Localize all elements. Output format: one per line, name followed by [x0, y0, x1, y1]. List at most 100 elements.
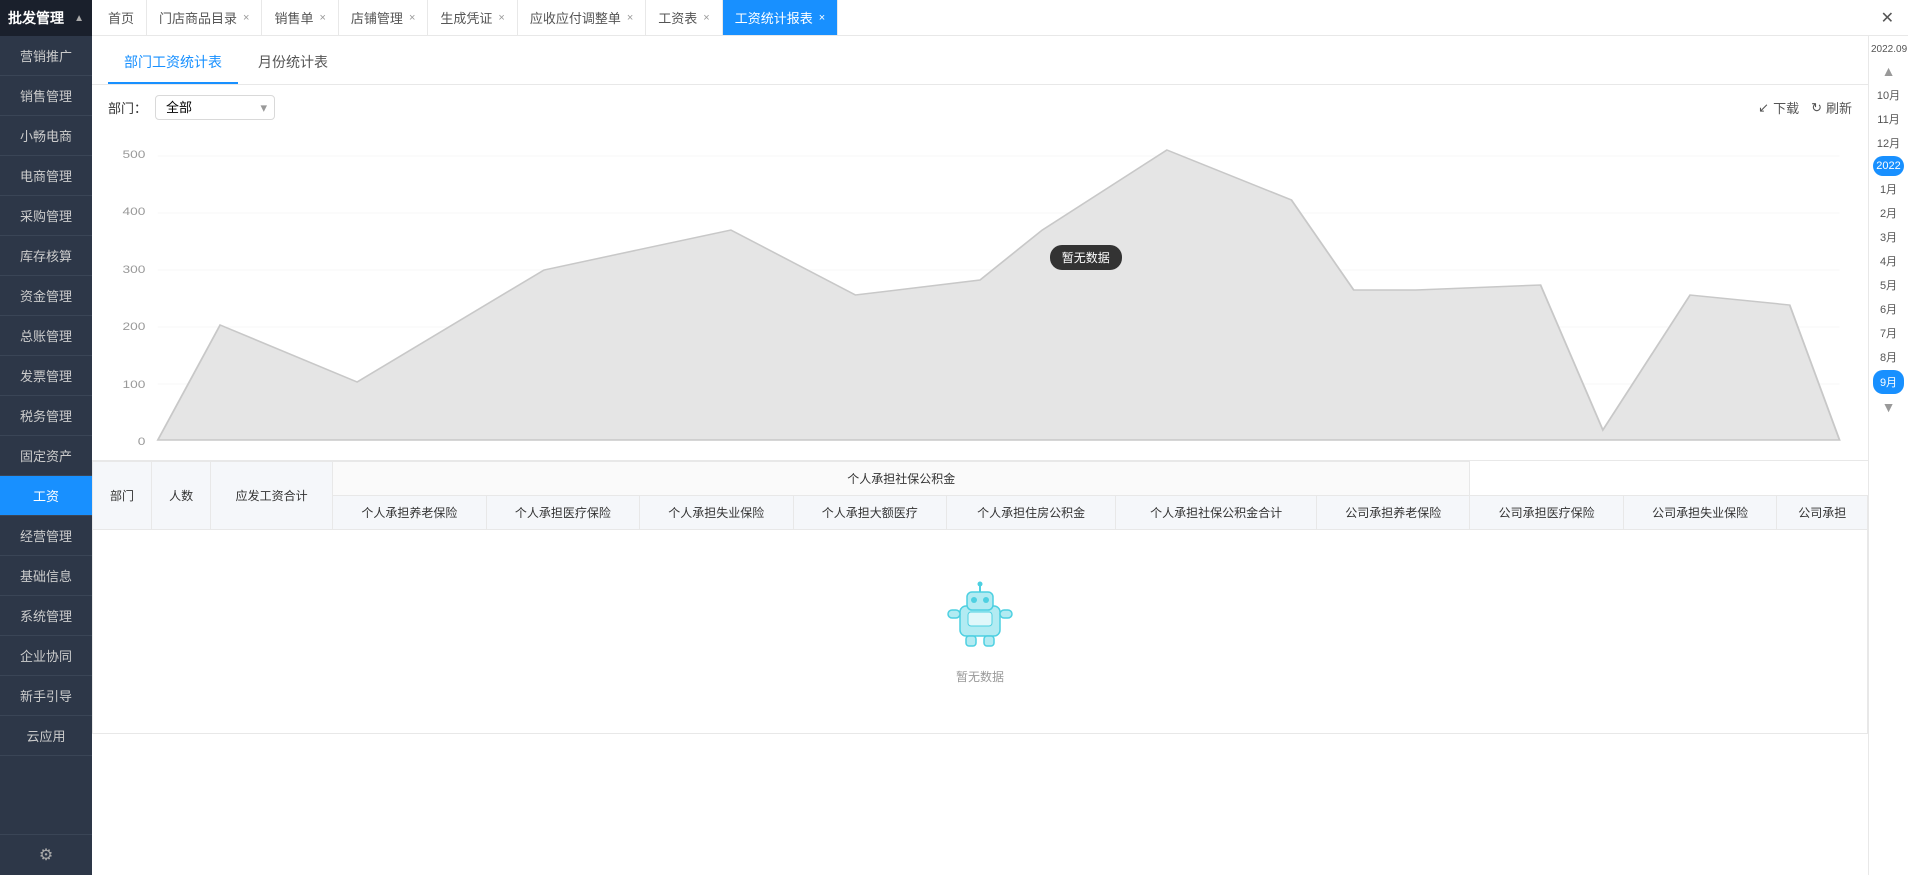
tab-close-payroll[interactable]: ×	[703, 12, 709, 24]
main-area: 首页门店商品目录×销售单×店铺管理×生成凭证×应收应付调整单×工资表×工资统计报…	[92, 0, 1908, 875]
svg-text:200: 200	[123, 320, 146, 332]
table-header-row1: 部门 人数 应发工资合计 个人承担社保公积金	[93, 462, 1868, 496]
th-total-wage: 应发工资合计	[211, 462, 333, 530]
tab-label-stat: 工资统计报表	[735, 8, 813, 27]
timeline-mar[interactable]: 3月	[1869, 225, 1908, 249]
tabs-container: 首页门店商品目录×销售单×店铺管理×生成凭证×应收应付调整单×工资表×工资统计报…	[96, 0, 1871, 36]
sidebar-item-xsyd[interactable]: 新手引导	[0, 676, 92, 716]
sidebar-item-gz[interactable]: 工资	[0, 476, 92, 516]
table-body: 暂无数据	[93, 530, 1868, 734]
sub-tab-month[interactable]: 月份统计表	[242, 46, 344, 84]
th-c-unemploy: 公司承担失业保险	[1623, 496, 1776, 530]
tab-close-ap[interactable]: ×	[627, 12, 633, 24]
chart-svg: 0 100 200 300 400 500	[108, 140, 1852, 450]
tab-close-sale[interactable]: ×	[319, 12, 325, 24]
timeline-arrow-up[interactable]: ▲	[1878, 59, 1900, 83]
sidebar-item-gdzc[interactable]: 固定资产	[0, 436, 92, 476]
th-c-more: 公司承担	[1777, 496, 1868, 530]
timeline-jun[interactable]: 6月	[1869, 297, 1908, 321]
sidebar-item-xsgl[interactable]: 销售管理	[0, 76, 92, 116]
sidebar-item-cggl[interactable]: 采购管理	[0, 196, 92, 236]
settings-icon[interactable]: ⚙	[39, 847, 53, 864]
sidebar-item-zjgl[interactable]: 资金管理	[0, 276, 92, 316]
timeline-aug[interactable]: 8月	[1869, 345, 1908, 369]
tab-close-shop[interactable]: ×	[243, 12, 249, 24]
sidebar-items: 营销推广销售管理小畅电商电商管理采购管理库存核算资金管理总账管理发票管理税务管理…	[0, 36, 92, 756]
th-p-medical: 个人承担医疗保险	[486, 496, 639, 530]
tab-close-store[interactable]: ×	[409, 12, 415, 24]
download-label: 下载	[1773, 98, 1799, 117]
sidebar-item-yyy[interactable]: 云应用	[0, 716, 92, 756]
tab-sale[interactable]: 销售单×	[262, 0, 338, 36]
timeline-jul[interactable]: 7月	[1869, 321, 1908, 345]
tab-label-payroll: 工资表	[658, 8, 697, 27]
refresh-button[interactable]: ↻ 刷新	[1811, 98, 1852, 117]
th-personal-group: 个人承担社保公积金	[333, 462, 1470, 496]
content-area: 部门工资统计表 月份统计表 部门： 全部 ↙ 下载	[92, 36, 1908, 875]
tab-close-stat[interactable]: ×	[819, 12, 825, 24]
svg-text:500: 500	[123, 148, 146, 160]
download-button[interactable]: ↙ 下载	[1758, 98, 1799, 117]
tooltip-text: 暂无数据	[1062, 251, 1110, 265]
tab-payroll[interactable]: 工资表 ×	[646, 0, 722, 36]
sidebar-item-yxtt[interactable]: 营销推广	[0, 36, 92, 76]
tab-label-home: 首页	[108, 8, 134, 27]
timeline-apr[interactable]: 4月	[1869, 249, 1908, 273]
chart-area	[158, 150, 1840, 440]
sidebar-item-xpds[interactable]: 小畅电商	[0, 116, 92, 156]
tab-shop[interactable]: 门店商品目录 ×	[147, 0, 262, 36]
empty-text: 暂无数据	[956, 668, 1004, 685]
tab-cert[interactable]: 生成凭证 ×	[428, 0, 517, 36]
timeline-sep[interactable]: 9月	[1873, 370, 1904, 394]
page-content: 部门工资统计表 月份统计表 部门： 全部 ↙ 下载	[92, 36, 1868, 875]
empty-state: 暂无数据	[103, 538, 1857, 725]
svg-text:400: 400	[123, 205, 146, 217]
empty-robot-icon	[940, 578, 1020, 658]
timeline-oct[interactable]: 10月	[1869, 83, 1908, 107]
sidebar-item-fpgl[interactable]: 发票管理	[0, 356, 92, 396]
timeline-feb[interactable]: 2月	[1869, 201, 1908, 225]
sidebar-item-xtgl[interactable]: 系统管理	[0, 596, 92, 636]
tab-label-cert: 生成凭证	[440, 8, 492, 27]
sidebar-item-qyxt[interactable]: 企业协同	[0, 636, 92, 676]
svg-text:300: 300	[123, 263, 146, 275]
sidebar-arrow-icon: ▲	[74, 13, 84, 24]
tab-home[interactable]: 首页	[96, 0, 147, 36]
tab-close-cert[interactable]: ×	[498, 12, 504, 24]
sidebar-item-jygl[interactable]: 经营管理	[0, 516, 92, 556]
tab-label-shop: 门店商品目录	[159, 8, 237, 27]
th-p-major-medical: 个人承担大额医疗	[793, 496, 946, 530]
table-section[interactable]: 部门 人数 应发工资合计 个人承担社保公积金 个人承担养老保险 个人承担医疗保险…	[92, 460, 1868, 875]
tab-store[interactable]: 店铺管理×	[339, 0, 428, 36]
empty-cell: 暂无数据	[93, 530, 1868, 734]
toolbar-left: 部门： 全部	[108, 95, 275, 120]
sidebar-item-kche[interactable]: 库存核算	[0, 236, 92, 276]
timeline-dec[interactable]: 12月	[1869, 131, 1908, 155]
tab-stat[interactable]: 工资统计报表 ×	[723, 0, 838, 36]
sidebar-item-dsgl[interactable]: 电商管理	[0, 156, 92, 196]
timeline-2022[interactable]: 2022	[1873, 156, 1904, 176]
dept-select[interactable]: 全部	[155, 95, 275, 120]
sub-tab-dept[interactable]: 部门工资统计表	[108, 46, 238, 84]
th-dept: 部门	[93, 462, 152, 530]
timeline-arrow-down[interactable]: ▼	[1878, 395, 1900, 419]
sidebar-header[interactable]: 批发管理 ▲	[0, 0, 92, 36]
timeline-jan[interactable]: 1月	[1869, 177, 1908, 201]
sidebar-item-zzgl[interactable]: 总账管理	[0, 316, 92, 356]
refresh-icon: ↻	[1811, 100, 1822, 116]
timeline-nov[interactable]: 11月	[1869, 107, 1908, 131]
th-p-total: 个人承担社保公积金合计	[1116, 496, 1317, 530]
data-table: 部门 人数 应发工资合计 个人承担社保公积金 个人承担养老保险 个人承担医疗保险…	[92, 461, 1868, 734]
svg-text:100: 100	[123, 378, 146, 390]
sidebar-item-swgl[interactable]: 税务管理	[0, 396, 92, 436]
tab-bar: 首页门店商品目录×销售单×店铺管理×生成凭证×应收应付调整单×工资表×工资统计报…	[92, 0, 1908, 36]
timeline-may[interactable]: 5月	[1869, 273, 1908, 297]
th-count: 人数	[152, 462, 211, 530]
tab-ap[interactable]: 应收应付调整单×	[518, 0, 646, 36]
chart-container: 0 100 200 300 400 500	[108, 140, 1852, 450]
tab-bar-close-button[interactable]: ✕	[1871, 8, 1904, 28]
chart-section: 0 100 200 300 400 500	[92, 130, 1868, 460]
toolbar: 部门： 全部 ↙ 下载 ↻ 刷新	[92, 85, 1868, 130]
sidebar-item-jcxx[interactable]: 基础信息	[0, 556, 92, 596]
table-head: 部门 人数 应发工资合计 个人承担社保公积金 个人承担养老保险 个人承担医疗保险…	[93, 462, 1868, 530]
